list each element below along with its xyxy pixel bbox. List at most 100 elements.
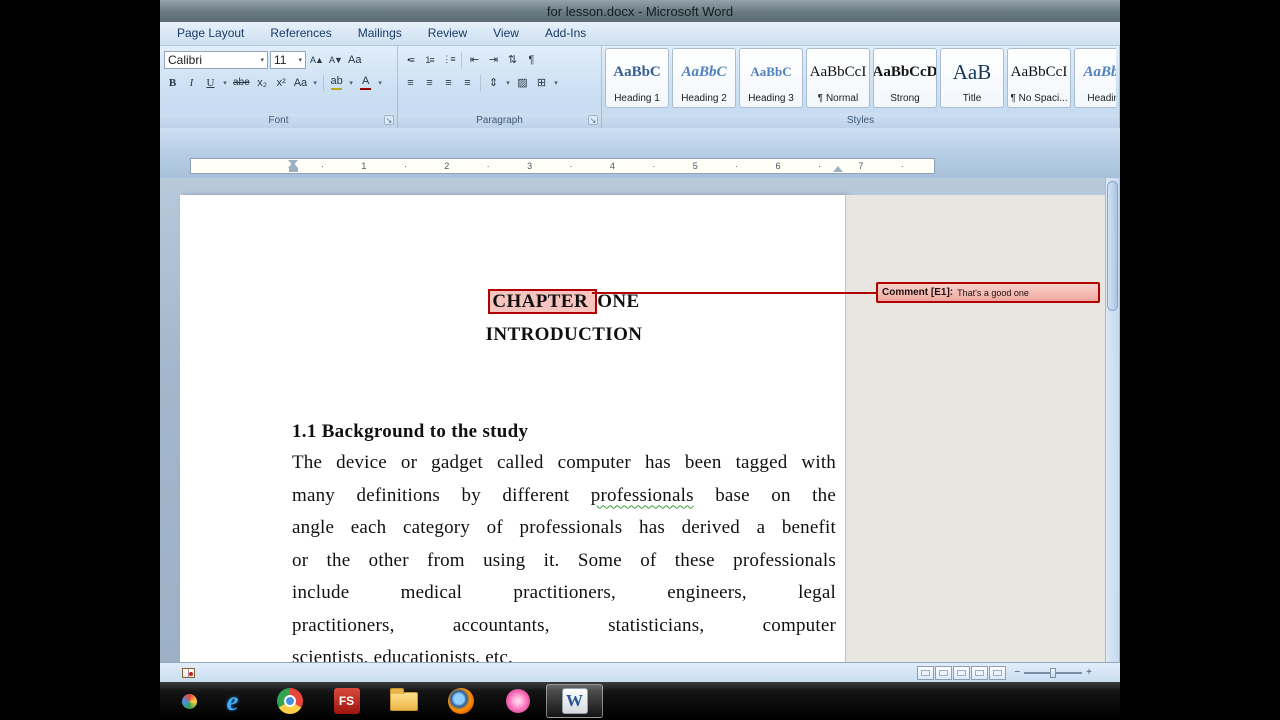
word-icon: W xyxy=(562,688,588,714)
dialog-launcher-icon[interactable]: ↘ xyxy=(384,115,394,125)
superscript-button[interactable]: x² xyxy=(273,74,290,91)
taskbar-item-firefox[interactable] xyxy=(432,684,489,718)
vertical-scrollbar[interactable] xyxy=(1105,178,1119,662)
chevron-down-icon[interactable]: ▾ xyxy=(347,79,355,87)
style-card[interactable]: AaBbCcD Strong xyxy=(873,48,937,108)
chevron-down-icon[interactable]: ▾ xyxy=(376,79,384,87)
bullets-button[interactable]: •≡ xyxy=(402,51,419,68)
style-sample: AaBbCcI xyxy=(810,51,867,93)
page-text: CHAPTER ONE INTRODUCTION 1.1 Background … xyxy=(292,285,836,662)
shading-button[interactable]: ▨ xyxy=(514,74,531,91)
spellcheck-squiggle-word: professionals xyxy=(591,485,694,506)
ribbon-tab[interactable]: Add-Ins xyxy=(532,22,599,45)
grow-font-button[interactable]: A▲ xyxy=(308,51,325,68)
underline-button[interactable]: U xyxy=(202,74,219,91)
multilevel-list-button[interactable]: ⋮≡ xyxy=(440,51,457,68)
fs-app-icon: FS xyxy=(334,688,360,714)
ruler-tick: 5 xyxy=(693,161,698,171)
zoom-out-icon[interactable]: − xyxy=(1014,667,1020,678)
style-card[interactable]: AaBbCcI ¶ No Spaci... xyxy=(1007,48,1071,108)
style-card[interactable]: AaBbC Heading xyxy=(1074,48,1116,108)
draft-view-button[interactable] xyxy=(989,666,1006,680)
chapter-heading: CHAPTER ONE xyxy=(292,285,836,318)
style-card[interactable]: AaBbC Heading 2 xyxy=(672,48,736,108)
taskbar-item-media-app[interactable] xyxy=(489,684,546,718)
align-left-button[interactable]: ≡ xyxy=(402,74,419,91)
chevron-down-icon[interactable]: ▾ xyxy=(221,79,229,87)
taskbar-item-chrome[interactable] xyxy=(261,684,318,718)
comment-anchor-highlight[interactable]: CHAPTER xyxy=(488,289,597,314)
taskbar-item-internet-explorer[interactable]: e xyxy=(204,684,261,718)
styles-group-label: Styles xyxy=(602,113,1119,128)
align-right-button[interactable]: ≡ xyxy=(440,74,457,91)
text-highlight-button[interactable]: ab xyxy=(328,74,345,91)
chevron-down-icon: ▾ xyxy=(295,56,302,64)
taskbar-item[interactable] xyxy=(174,684,204,718)
style-sample: AaBbC xyxy=(1083,51,1116,93)
taskbar-item-word-active[interactable]: W xyxy=(546,684,603,718)
outline-view-button[interactable] xyxy=(971,666,988,680)
body-line: many definitions by different profession… xyxy=(292,480,836,513)
ribbon-tab[interactable]: Mailings xyxy=(345,22,415,45)
align-center-button[interactable]: ≡ xyxy=(421,74,438,91)
window-title: for lesson.docx - Microsoft Word xyxy=(547,4,733,19)
zoom-slider-thumb[interactable] xyxy=(1050,668,1056,678)
style-card[interactable]: AaBbC Heading 1 xyxy=(605,48,669,108)
decrease-indent-button[interactable]: ⇤ xyxy=(466,51,483,68)
divider xyxy=(323,75,324,91)
style-card[interactable]: AaBbCcI ¶ Normal xyxy=(806,48,870,108)
scrollbar-thumb[interactable] xyxy=(1107,181,1118,311)
chevron-down-icon[interactable]: ▾ xyxy=(311,79,319,87)
fullscreen-reading-view-button[interactable] xyxy=(935,666,952,680)
body-line: angle each category of professionals has… xyxy=(292,512,836,545)
ruler-tick: 7 xyxy=(858,161,863,171)
style-sample: AaB xyxy=(953,51,992,93)
clear-formatting-button[interactable]: Aa xyxy=(346,51,363,68)
view-buttons xyxy=(917,666,1006,680)
style-card[interactable]: AaBbC Heading 3 xyxy=(739,48,803,108)
ribbon-tab[interactable]: References xyxy=(257,22,344,45)
bold-button[interactable]: B xyxy=(164,74,181,91)
change-case-button[interactable]: Aa xyxy=(292,74,309,91)
italic-button[interactable]: I xyxy=(183,74,200,91)
web-layout-view-button[interactable] xyxy=(953,666,970,680)
proofing-status-icon[interactable] xyxy=(182,668,195,678)
document-page[interactable]: CHAPTER ONE INTRODUCTION 1.1 Background … xyxy=(180,195,845,662)
increase-indent-button[interactable]: ⇥ xyxy=(485,51,502,68)
show-paragraph-marks-button[interactable]: ¶ xyxy=(523,51,540,68)
taskbar-item-fs-app[interactable]: FS xyxy=(318,684,375,718)
dialog-launcher-icon[interactable]: ↘ xyxy=(588,115,598,125)
print-layout-view-button[interactable] xyxy=(917,666,934,680)
ribbon-tab[interactable]: Page Layout xyxy=(164,22,257,45)
ribbon-tab[interactable]: Review xyxy=(415,22,480,45)
borders-button[interactable]: ⊞ xyxy=(533,74,550,91)
style-sample: AaBbC xyxy=(613,51,661,93)
chevron-down-icon[interactable]: ▾ xyxy=(552,79,560,87)
ruler-tick: 2 xyxy=(444,161,449,171)
font-size-combo[interactable]: 11 ▾ xyxy=(270,51,306,69)
highlight-icon: ab xyxy=(331,75,343,87)
hanging-indent-marker[interactable] xyxy=(288,157,298,168)
line-spacing-button[interactable]: ⇕ xyxy=(485,74,502,91)
subscript-button[interactable]: x₂ xyxy=(254,74,271,91)
taskbar-item-explorer[interactable] xyxy=(375,684,432,718)
left-indent-marker[interactable] xyxy=(289,168,298,172)
zoom-in-icon[interactable]: + xyxy=(1086,667,1092,678)
numbering-button[interactable]: 1≡ xyxy=(421,51,438,68)
shrink-font-button[interactable]: A▼ xyxy=(327,51,344,68)
document-area: CHAPTER ONE INTRODUCTION 1.1 Background … xyxy=(160,178,1120,662)
comment-balloon[interactable]: Comment [E1]: That's a good one xyxy=(876,282,1100,303)
chevron-down-icon[interactable]: ▾ xyxy=(504,79,512,87)
sort-button[interactable]: ⇅ xyxy=(504,51,521,68)
ribbon-tab[interactable]: View xyxy=(480,22,532,45)
strikethrough-button[interactable]: abe xyxy=(231,74,252,91)
font-color-button[interactable]: A xyxy=(357,74,374,91)
font-name-combo[interactable]: Calibri ▾ xyxy=(164,51,268,69)
zoom-slider[interactable] xyxy=(1024,672,1082,674)
title-bar[interactable]: for lesson.docx - Microsoft Word xyxy=(160,0,1120,22)
style-card[interactable]: AaB Title xyxy=(940,48,1004,108)
font-size-value: 11 xyxy=(274,53,286,67)
ruler-tick: · xyxy=(652,161,655,171)
right-indent-marker[interactable] xyxy=(833,161,843,172)
justify-button[interactable]: ≡ xyxy=(459,74,476,91)
